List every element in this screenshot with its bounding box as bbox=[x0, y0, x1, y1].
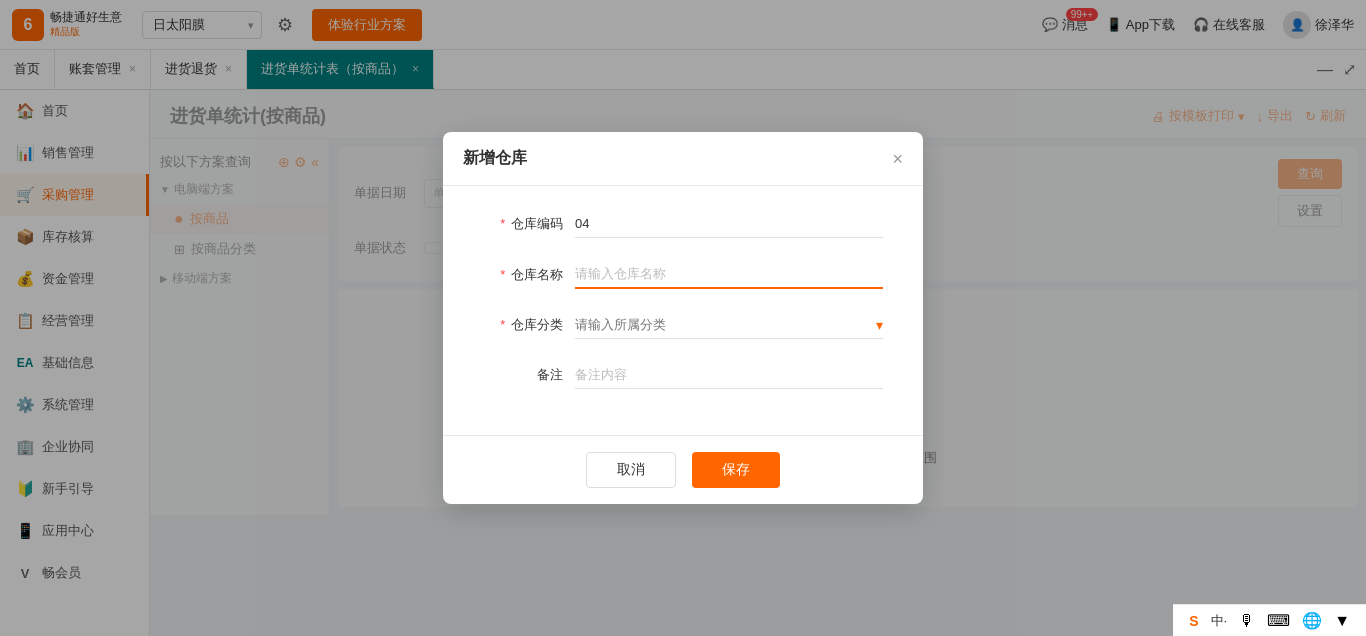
category-input[interactable] bbox=[575, 311, 883, 339]
bottom-label: 中· bbox=[1211, 612, 1228, 630]
category-label: * 仓库分类 bbox=[483, 316, 563, 334]
mic-icon[interactable]: 🎙 bbox=[1239, 612, 1255, 630]
notes-label: 备注 bbox=[483, 366, 563, 384]
modal-footer: 取消 保存 bbox=[443, 435, 923, 504]
required-star-code: * bbox=[500, 216, 505, 231]
modal-close-btn[interactable]: × bbox=[892, 150, 903, 168]
modal-title: 新增仓库 bbox=[463, 148, 527, 169]
cancel-btn[interactable]: 取消 bbox=[586, 452, 676, 488]
modal: 新增仓库 × * 仓库编码 * bbox=[443, 132, 923, 504]
notes-input[interactable] bbox=[575, 361, 883, 389]
name-label: * 仓库名称 bbox=[483, 266, 563, 284]
settings-tray-icon[interactable]: ▼ bbox=[1334, 612, 1350, 630]
name-input[interactable] bbox=[575, 260, 883, 289]
modal-header: 新增仓库 × bbox=[443, 132, 923, 186]
save-btn[interactable]: 保存 bbox=[692, 452, 780, 488]
main-layout: 🏠 首页 📊 销售管理 🛒 采购管理 📦 库存核算 💰 资金管理 📋 经营管理 … bbox=[0, 90, 1366, 636]
form-row-code: * 仓库编码 bbox=[483, 210, 883, 238]
code-input[interactable] bbox=[575, 210, 883, 238]
code-label: * 仓库编码 bbox=[483, 215, 563, 233]
bottom-logo-icon: S bbox=[1189, 613, 1198, 629]
required-star-name: * bbox=[500, 267, 505, 282]
form-row-category: * 仓库分类 ▾ bbox=[483, 311, 883, 339]
bottom-bar: S 中· 🎙 ⌨ 🌐 ▼ bbox=[1173, 604, 1366, 636]
translate-icon[interactable]: 🌐 bbox=[1302, 611, 1322, 630]
content-area: 进货单统计(按商品) 🖨 按模板打印 ▾ ↓ 导出 ↻ 刷新 bbox=[150, 90, 1366, 636]
form-row-notes: 备注 bbox=[483, 361, 883, 389]
category-select-wrap: ▾ bbox=[575, 311, 883, 339]
required-star-category: * bbox=[500, 317, 505, 332]
keyboard-icon[interactable]: ⌨ bbox=[1267, 611, 1290, 630]
form-row-name: * 仓库名称 bbox=[483, 260, 883, 289]
modal-overlay[interactable]: 新增仓库 × * 仓库编码 * bbox=[150, 90, 1366, 636]
modal-body: * 仓库编码 * 仓库名称 bbox=[443, 186, 923, 435]
